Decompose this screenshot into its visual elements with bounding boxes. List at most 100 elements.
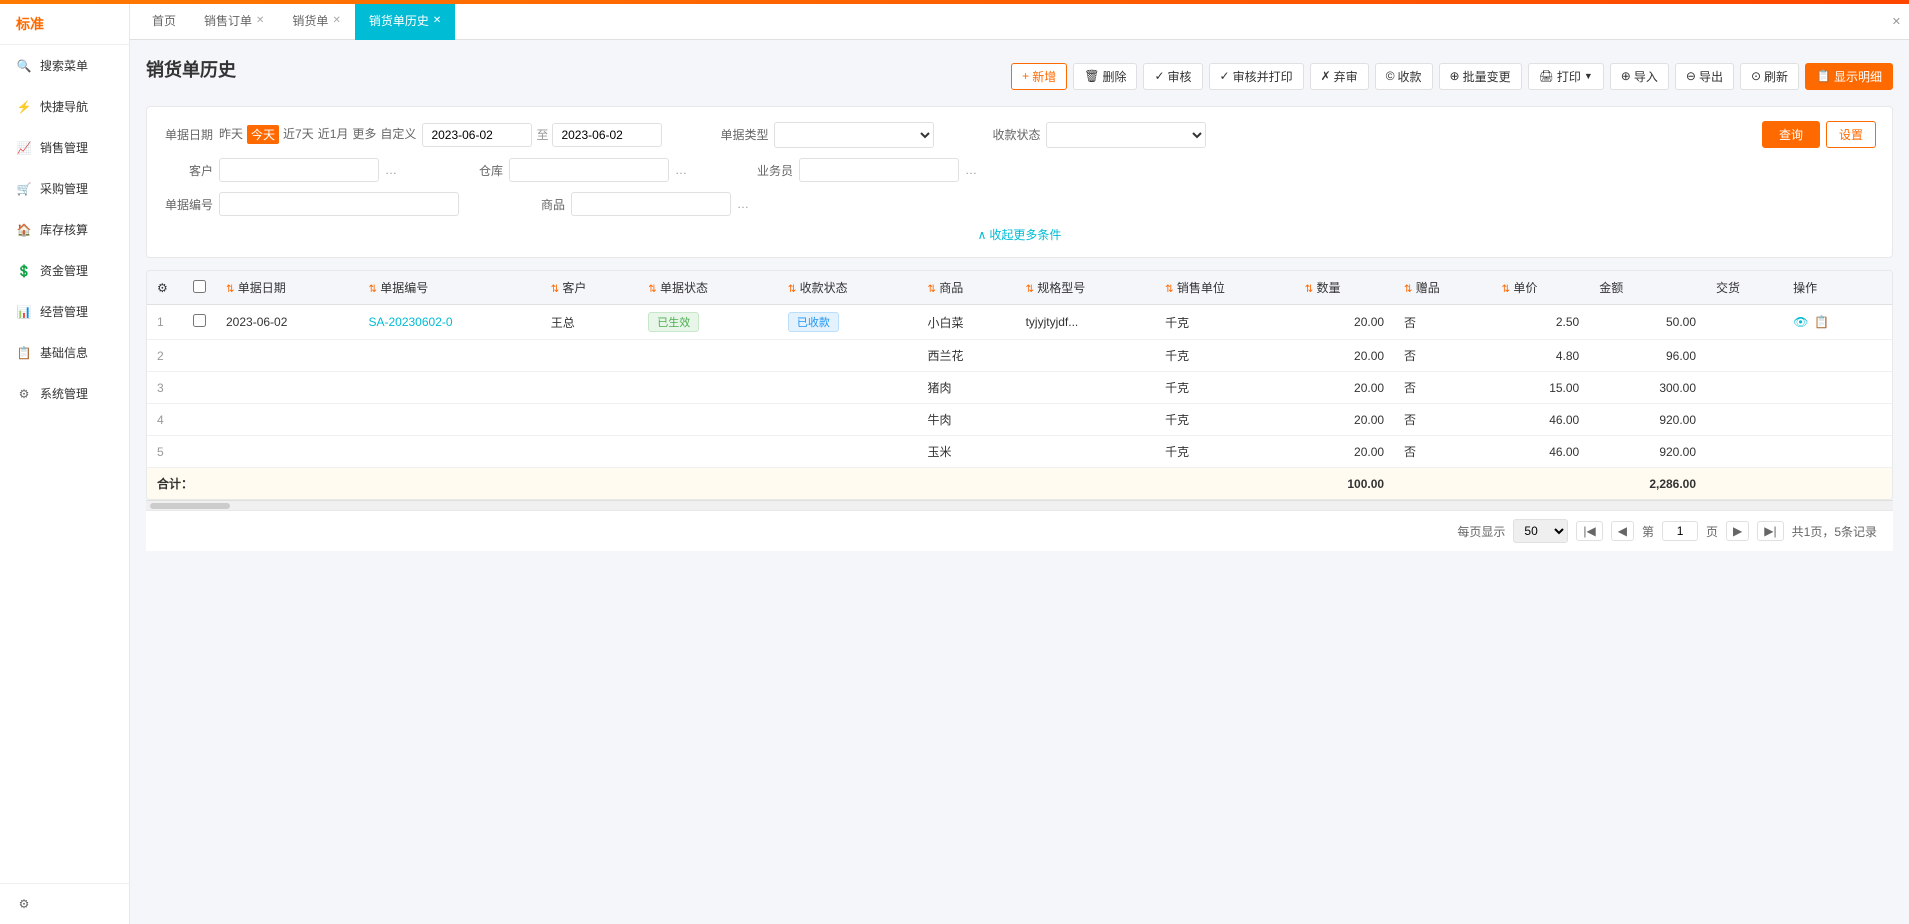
cell-action: 👁📋 — [1783, 305, 1892, 340]
print-button[interactable]: 🖨 打印 ▼ — [1528, 63, 1604, 90]
cell-gift: 否 — [1394, 404, 1492, 436]
audit-button[interactable]: ✓ 审核 — [1143, 63, 1202, 90]
prev-page-button[interactable]: ◀ — [1611, 521, 1634, 541]
goods-input[interactable] — [571, 192, 731, 216]
tab-close-sales-goods[interactable]: ✕ — [332, 15, 340, 26]
sidebar-logo: 标准 — [0, 4, 129, 45]
new-button[interactable]: + 新增 — [1011, 63, 1067, 90]
customer-picker-icon[interactable]: … — [385, 163, 397, 177]
tab-sales-goods[interactable]: 销货单 ✕ — [278, 4, 354, 40]
batch-change-button[interactable]: ⊕ 批量变更 — [1439, 63, 1522, 90]
select-all-checkbox[interactable] — [193, 280, 206, 293]
page-number-input[interactable] — [1662, 521, 1698, 541]
salesperson-picker-icon[interactable]: … — [965, 163, 977, 177]
export-icon: ⊖ — [1686, 69, 1696, 83]
date-to-input[interactable] — [552, 123, 662, 147]
date-shortcut-more[interactable]: 更多 — [352, 125, 376, 144]
sidebar-item-basic-info[interactable]: 📋 基础信息 — [0, 332, 129, 373]
date-shortcut-1month[interactable]: 近1月 — [318, 125, 349, 144]
bar-chart-icon: 📊 — [16, 304, 32, 320]
show-details-button[interactable]: 📋 显示明细 — [1805, 63, 1893, 90]
goods-picker-icon[interactable]: … — [737, 197, 749, 211]
warehouse-input[interactable] — [509, 158, 669, 182]
last-page-button[interactable]: ▶| — [1757, 521, 1783, 541]
sidebar-item-finance-mgmt[interactable]: 💲 资金管理 — [0, 250, 129, 291]
col-gift[interactable]: ⇅ 赠品 — [1394, 271, 1492, 305]
sidebar-item-operations-mgmt[interactable]: 📊 经营管理 — [0, 291, 129, 332]
doc-type-select[interactable] — [774, 122, 934, 148]
tab-close-sales-order[interactable]: ✕ — [256, 15, 264, 26]
cell-unit: 千克 — [1155, 404, 1295, 436]
collect-status-badge: 已收款 — [788, 312, 839, 332]
col-qty[interactable]: ⇅ 数量 — [1295, 271, 1394, 305]
sidebar-item-sys-mgmt[interactable]: ⚙ 系统管理 — [0, 373, 129, 414]
tab-close-all[interactable]: ✕ — [1892, 15, 1901, 28]
tab-home[interactable]: 首页 — [138, 4, 190, 40]
sidebar-item-inventory-calc[interactable]: 🏠 库存核算 — [0, 209, 129, 250]
horizontal-scrollbar[interactable] — [146, 500, 1893, 510]
sort-icon: ⇅ — [551, 284, 559, 295]
date-shortcut-custom[interactable]: 自定义 — [380, 125, 416, 144]
col-customer[interactable]: ⇅ 客户 — [541, 271, 639, 305]
copy-action-button[interactable]: 📋 — [1814, 315, 1829, 329]
gear-settings-icon[interactable]: ⚙ — [157, 281, 168, 295]
print-icon: 🖨 — [1539, 69, 1554, 83]
doc-no-input[interactable] — [219, 192, 459, 216]
col-spec[interactable]: ⇅ 规格型号 — [1016, 271, 1156, 305]
set-button[interactable]: 设置 — [1826, 121, 1876, 148]
view-action-button[interactable]: 👁 — [1793, 315, 1808, 329]
date-shortcut-today[interactable]: 今天 — [247, 125, 279, 144]
col-gear: ⚙ — [147, 271, 183, 305]
refresh-button[interactable]: ⊙ 刷新 — [1740, 63, 1799, 90]
col-doc-status[interactable]: ⇅ 单据状态 — [638, 271, 778, 305]
sort-icon: ⇅ — [1404, 284, 1412, 295]
col-collect-status[interactable]: ⇅ 收款状态 — [778, 271, 918, 305]
sidebar: 标准 🔍 搜索菜单 ⚡ 快捷导航 📈 销售管理 🛒 采购管理 🏠 库存核算 💲 … — [0, 4, 130, 924]
sidebar-item-quick-nav[interactable]: ⚡ 快捷导航 — [0, 86, 129, 127]
col-action: 操作 — [1783, 271, 1892, 305]
date-from-input[interactable] — [422, 123, 532, 147]
sidebar-item-search-menu[interactable]: 🔍 搜索菜单 — [0, 45, 129, 86]
doc-no-link[interactable]: SA-20230602-0 — [368, 315, 452, 329]
delete-button[interactable]: 🗑 删除 — [1073, 63, 1137, 90]
first-page-button[interactable]: |◀ — [1576, 521, 1602, 541]
sidebar-item-label: 采购管理 — [40, 180, 88, 197]
cell-customer — [541, 372, 639, 404]
cell-doc-status — [638, 372, 778, 404]
collect-button[interactable]: © 收款 — [1375, 63, 1433, 90]
sidebar-item-settings[interactable]: ⚙ — [0, 884, 129, 924]
col-price[interactable]: ⇅ 单价 — [1492, 271, 1590, 305]
pagination-bar: 每页显示 50 100 200 |◀ ◀ 第 页 ▶ ▶| 共1页，5条记录 — [146, 510, 1893, 551]
col-doc-no[interactable]: ⇅ 单据编号 — [358, 271, 540, 305]
cell-collect-status — [778, 404, 918, 436]
tab-sales-order[interactable]: 销售订单 ✕ — [190, 4, 278, 40]
cell-price: 15.00 — [1492, 372, 1590, 404]
tab-close-sales-history[interactable]: ✕ — [433, 15, 441, 26]
warehouse-picker-icon[interactable]: … — [675, 163, 687, 177]
audit-print-button[interactable]: ✓ 审核并打印 — [1209, 63, 1304, 90]
col-goods[interactable]: ⇅ 商品 — [918, 271, 1016, 305]
collect-status-select[interactable] — [1046, 122, 1206, 148]
sidebar-item-sales-mgmt[interactable]: 📈 销售管理 — [0, 127, 129, 168]
customer-input[interactable] — [219, 158, 379, 182]
tab-sales-history[interactable]: 销货单历史 ✕ — [355, 4, 455, 40]
per-page-select[interactable]: 50 100 200 — [1513, 519, 1568, 543]
export-button[interactable]: ⊖ 导出 — [1675, 63, 1734, 90]
next-page-button[interactable]: ▶ — [1726, 521, 1749, 541]
date-shortcut-yesterday[interactable]: 昨天 — [219, 125, 243, 144]
scroll-thumb[interactable] — [150, 503, 230, 509]
date-shortcut-7days[interactable]: 近7天 — [283, 125, 314, 144]
cell-amount: 920.00 — [1589, 436, 1706, 468]
import-button[interactable]: ⊕ 导入 — [1610, 63, 1669, 90]
salesperson-input[interactable] — [799, 158, 959, 182]
abandon-button[interactable]: ✗ 弃审 — [1310, 63, 1369, 90]
filter-date: 单据日期 昨天 今天 近7天 近1月 更多 自定义 至 — [163, 123, 662, 147]
sort-icon: ⇅ — [928, 284, 936, 295]
col-doc-date[interactable]: ⇅ 单据日期 — [216, 271, 358, 305]
query-button[interactable]: 查询 — [1762, 121, 1820, 148]
sidebar-item-purchase-mgmt[interactable]: 🛒 采购管理 — [0, 168, 129, 209]
col-unit[interactable]: ⇅ 销售单位 — [1155, 271, 1295, 305]
collapse-filter-button[interactable]: ∧ 收起更多条件 — [978, 226, 1062, 243]
row-checkbox[interactable] — [193, 314, 206, 327]
cell-customer: 王总 — [541, 305, 639, 340]
